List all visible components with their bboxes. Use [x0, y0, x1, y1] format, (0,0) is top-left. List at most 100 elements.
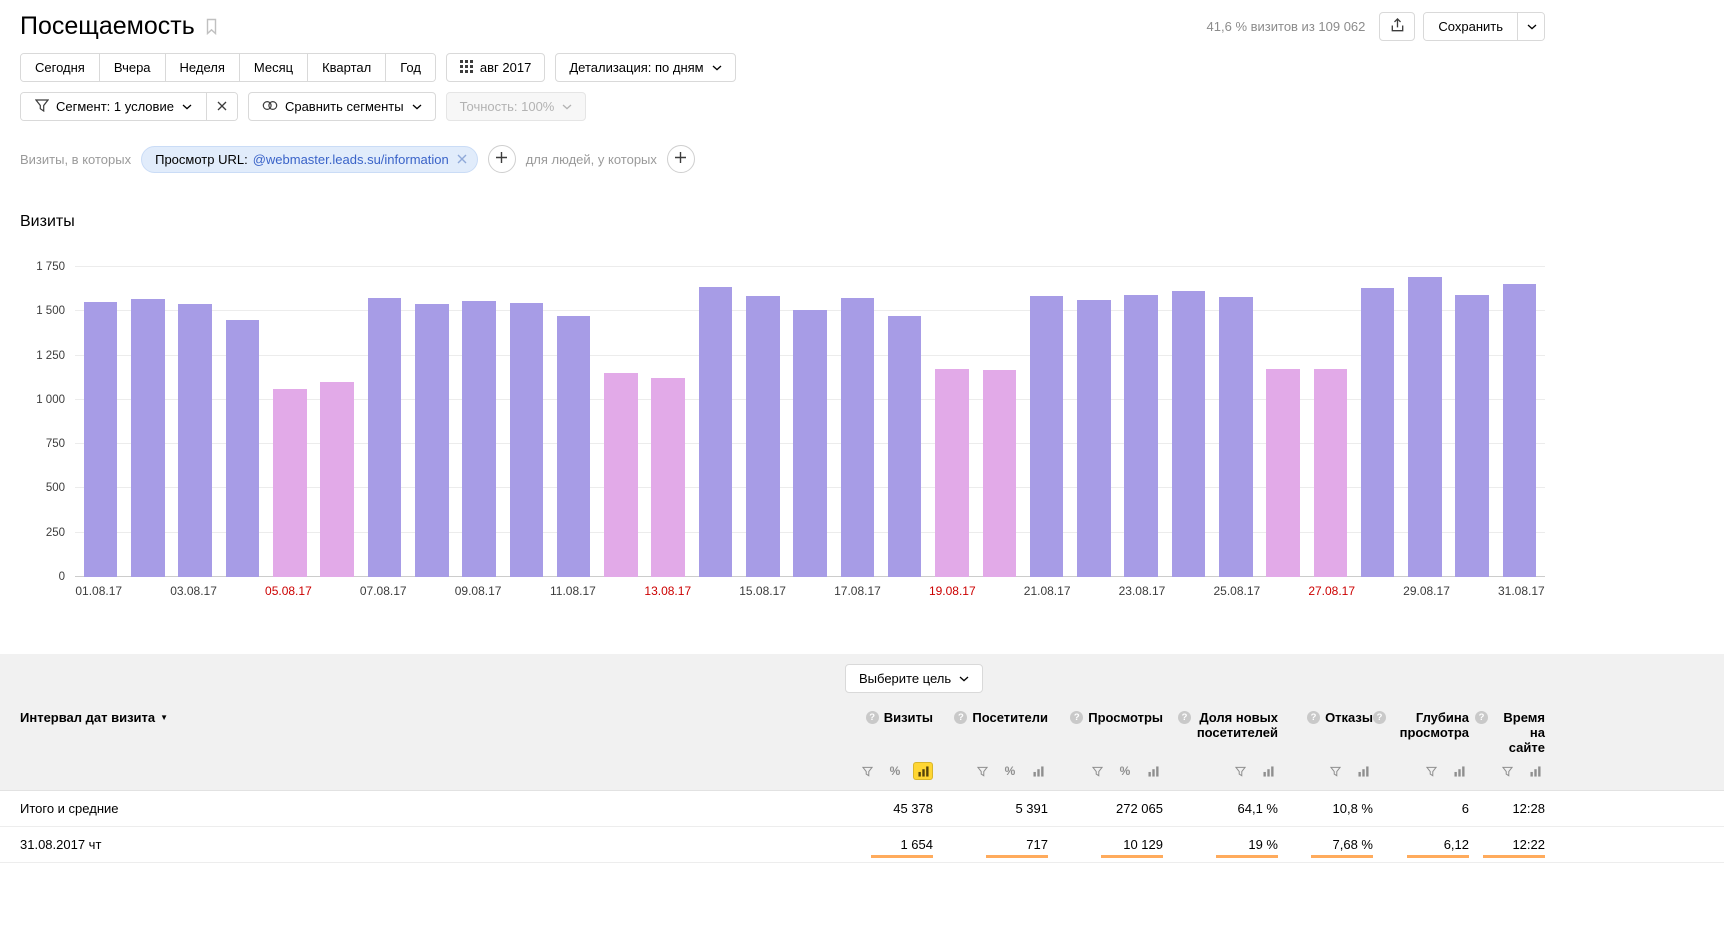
segment-clear-button[interactable]	[205, 93, 237, 120]
bar-chart-icon[interactable]	[1143, 762, 1163, 780]
visits-bar[interactable]	[604, 372, 638, 577]
chevron-down-icon	[412, 104, 422, 110]
help-icon[interactable]: ?	[1307, 711, 1321, 724]
column-header[interactable]: ? Посетители	[933, 710, 1048, 725]
bar-chart-icon[interactable]	[1525, 762, 1545, 780]
x-axis-label: 01.08.17	[75, 584, 123, 598]
goal-select-button[interactable]: Выберите цель	[845, 664, 984, 693]
chip-close-icon[interactable]	[457, 154, 467, 164]
visits-bar[interactable]	[1218, 296, 1253, 577]
help-icon[interactable]: ?	[1373, 711, 1386, 724]
column-header[interactable]: ? Отказы	[1278, 710, 1373, 725]
percent-icon[interactable]: %	[1115, 762, 1135, 780]
filter-icon[interactable]	[857, 762, 877, 780]
bar-chart-icon[interactable]	[1449, 762, 1469, 780]
filter-icon[interactable]	[1421, 762, 1441, 780]
visits-bar[interactable]	[698, 287, 733, 577]
period-tab-quarter[interactable]: Квартал	[307, 54, 386, 81]
percent-icon[interactable]: %	[885, 762, 905, 780]
visits-bar[interactable]	[887, 316, 922, 577]
save-dropdown-button[interactable]	[1517, 13, 1544, 40]
filter-icon[interactable]	[1325, 762, 1345, 780]
help-icon[interactable]: ?	[954, 711, 968, 724]
visits-bar[interactable]	[1313, 368, 1348, 577]
chevron-down-icon	[712, 65, 722, 71]
visits-bar[interactable]	[83, 302, 118, 577]
filter-icon[interactable]	[1497, 762, 1517, 780]
help-icon[interactable]: ?	[1178, 711, 1191, 724]
visits-bar[interactable]	[1360, 288, 1395, 577]
table-row[interactable]: Итого и средние 45 378 5 391 272 065 64,1 % 1…	[0, 791, 1724, 827]
filter-icon[interactable]	[1087, 762, 1107, 780]
visits-bar[interactable]	[556, 316, 591, 577]
visits-bar[interactable]	[935, 368, 969, 577]
visits-bar[interactable]	[509, 302, 544, 577]
segment-button[interactable]: Сегмент: 1 условие	[21, 93, 206, 120]
period-tab-yesterday[interactable]: Вчера	[98, 54, 165, 81]
visits-bar[interactable]	[840, 298, 875, 577]
help-icon[interactable]: ?	[865, 711, 879, 724]
x-axis-label: 21.08.17	[1023, 584, 1071, 598]
period-tab-week[interactable]: Неделя	[164, 54, 239, 81]
visits-chart: 0 250 500 750 1 000 1 250 1 500 1 750	[20, 261, 1545, 583]
visits-bar[interactable]	[273, 388, 307, 577]
date-interval-header[interactable]: Интервал дат визита ▼	[20, 710, 168, 725]
bar-chart-icon[interactable]	[1258, 762, 1278, 780]
period-tab-year[interactable]: Год	[385, 54, 435, 81]
filter-icon[interactable]	[1230, 762, 1250, 780]
detalization-button[interactable]: Детализация: по дням	[555, 53, 736, 82]
period-tabs: Сегодня Вчера Неделя Месяц Квартал Год	[20, 53, 436, 82]
help-icon[interactable]: ?	[1070, 711, 1084, 724]
visits-bar[interactable]	[462, 301, 496, 577]
save-button[interactable]: Сохранить	[1424, 13, 1517, 40]
visits-bar[interactable]	[414, 304, 449, 577]
column-header[interactable]: ? Просмотры	[1048, 710, 1163, 725]
bar-chart-icon[interactable]	[1353, 762, 1373, 780]
visits-bar[interactable]	[131, 299, 165, 577]
column-header[interactable]: ? Время на сайте	[1469, 710, 1545, 755]
month-picker-button[interactable]: авг 2017	[445, 53, 546, 82]
x-axis-label: 31.08.17	[1498, 584, 1545, 598]
cell: 64,1 %	[1163, 801, 1278, 816]
visits-bar[interactable]	[1455, 295, 1490, 577]
visits-bar[interactable]	[320, 381, 354, 577]
column-header[interactable]: ? Доля новых посетителей	[1163, 710, 1278, 740]
x-axis-label	[312, 584, 359, 598]
bookmark-icon[interactable]	[205, 18, 218, 35]
visits-bar[interactable]	[1266, 369, 1300, 577]
visits-bar[interactable]	[1029, 295, 1064, 577]
export-button[interactable]	[1379, 12, 1416, 41]
x-axis-label: 27.08.17	[1308, 584, 1356, 598]
table-row[interactable]: 31.08.2017 чт 1 654 717 10 129 19 % 7,68 % 6,1…	[0, 827, 1724, 863]
bar-chart-icon[interactable]	[1028, 762, 1048, 780]
visits-bar[interactable]	[178, 304, 213, 577]
cell: 1 654	[845, 832, 933, 858]
visits-bar[interactable]	[1124, 295, 1158, 577]
month-label: авг 2017	[479, 60, 532, 75]
chip-value[interactable]: @webmaster.leads.su/information	[253, 152, 449, 167]
period-tab-today[interactable]: Сегодня	[21, 54, 99, 81]
period-tab-month[interactable]: Месяц	[238, 54, 308, 81]
url-filter-chip[interactable]: Просмотр URL: @webmaster.leads.su/inform…	[141, 145, 478, 173]
help-icon[interactable]: ?	[1475, 711, 1488, 724]
visits-bar[interactable]	[982, 369, 1017, 577]
visits-bar[interactable]	[746, 296, 780, 577]
add-visit-condition-button[interactable]	[487, 145, 516, 173]
percent-icon[interactable]: %	[1000, 762, 1020, 780]
accuracy-button[interactable]: Точность: 100%	[445, 92, 587, 121]
bars-row	[75, 267, 1545, 577]
column-header[interactable]: ? Глубина просмотра	[1373, 710, 1469, 740]
bar-chart-icon[interactable]	[913, 762, 933, 780]
visits-bar[interactable]	[1408, 276, 1442, 577]
compare-segments-button[interactable]: Сравнить сегменты	[247, 92, 436, 121]
visits-bar[interactable]	[651, 378, 685, 577]
visits-bar[interactable]	[1171, 291, 1206, 577]
column-header[interactable]: ? Визиты	[845, 710, 933, 725]
visits-bar[interactable]	[367, 297, 402, 577]
visits-bar[interactable]	[225, 319, 260, 577]
add-people-condition-button[interactable]	[666, 145, 695, 173]
visits-bar[interactable]	[1502, 284, 1537, 577]
filter-icon[interactable]	[972, 762, 992, 780]
visits-bar[interactable]	[1077, 299, 1111, 577]
visits-bar[interactable]	[793, 310, 827, 577]
